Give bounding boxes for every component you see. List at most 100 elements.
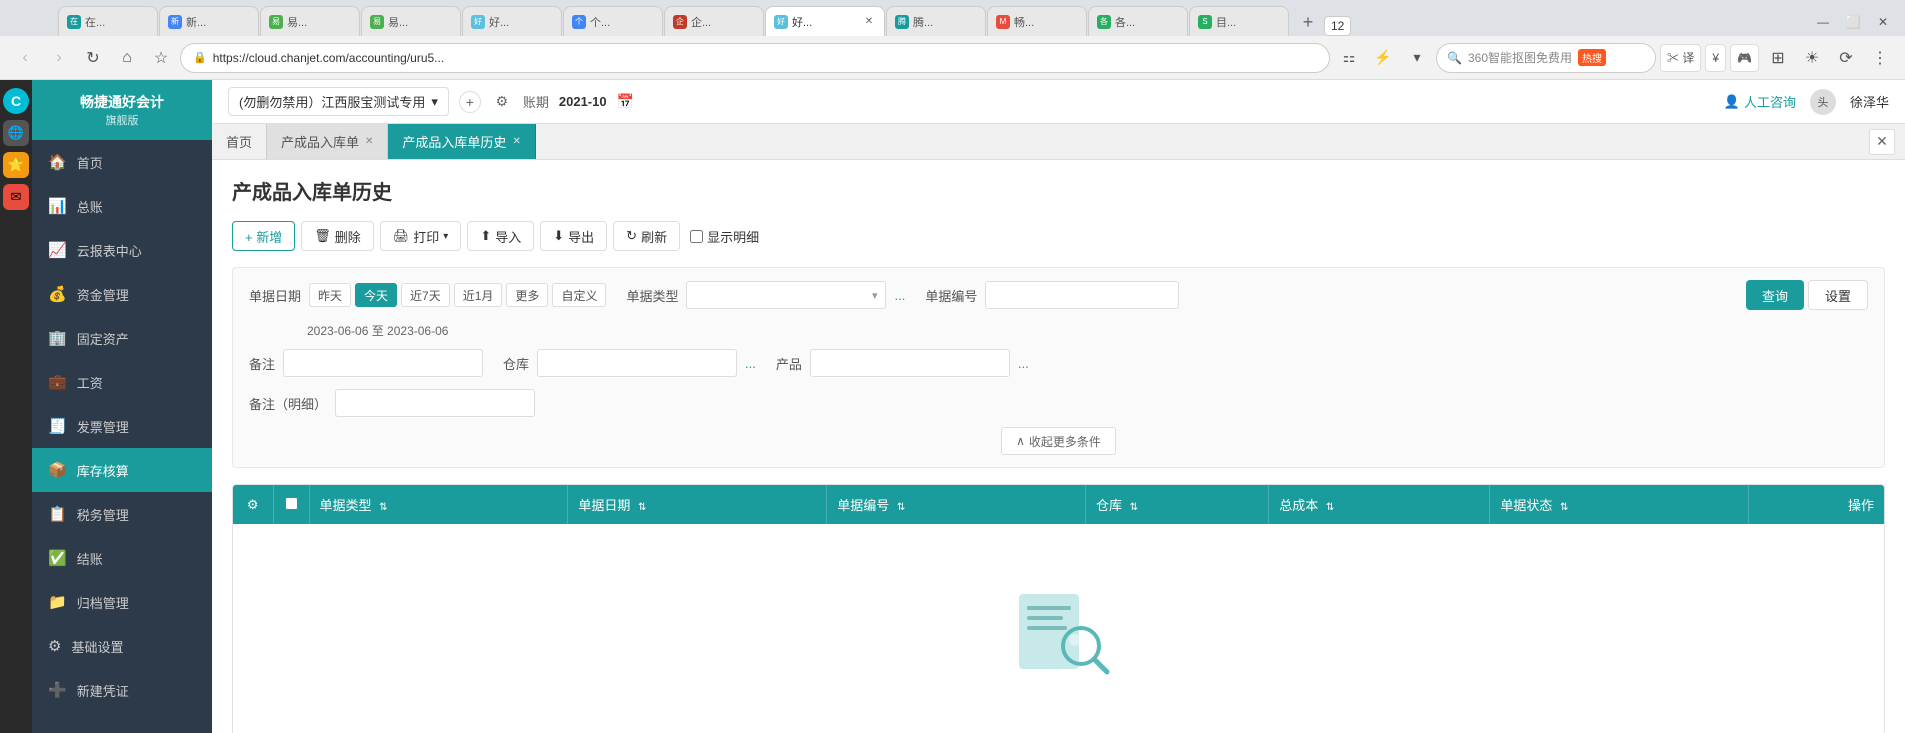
extensions-button[interactable]: ⚏ <box>1334 43 1364 73</box>
sidebar-item-fixed-assets[interactable]: 🏢 固定资产 <box>32 316 212 360</box>
nav-home-button[interactable]: ⌂ <box>112 43 142 73</box>
sidebar-item-cloud-report[interactable]: 📈 云报表中心 <box>32 228 212 272</box>
sidebar-item-new-voucher[interactable]: ➕ 新建凭证 <box>32 668 212 712</box>
sidebar-item-payroll[interactable]: 💼 工资 <box>32 360 212 404</box>
window-minimize-button[interactable]: — <box>1809 10 1837 34</box>
show-detail-checkbox-label[interactable]: 显示明细 <box>690 227 759 246</box>
sidebar-item-inventory[interactable]: 📦 库存核算 <box>32 448 212 492</box>
breadcrumb-tab-list[interactable]: 产成品入库单 ✕ <box>267 124 388 159</box>
search-bar[interactable]: 🔍 360智能抠图免费用 热搜 <box>1436 43 1656 73</box>
grid-icon[interactable]: ⊞ <box>1763 43 1793 73</box>
nav-back-button[interactable]: ‹ <box>10 43 40 73</box>
date-1month-btn[interactable]: 近1月 <box>454 283 503 307</box>
date-today-btn[interactable]: 今天 <box>355 283 397 307</box>
number-filter-input[interactable] <box>985 281 1179 309</box>
browser-tab-11[interactable]: 各 各... <box>1088 6 1188 36</box>
browser-tab-2[interactable]: 新 新... <box>159 6 259 36</box>
collapse-filter-button[interactable]: ∧ 收起更多条件 <box>1001 427 1116 455</box>
breadcrumb-close-1[interactable]: ✕ <box>365 136 373 147</box>
browser-tab-1[interactable]: 在 在... <box>58 6 158 36</box>
sidebar-item-invoice[interactable]: 🧾 发票管理 <box>32 404 212 448</box>
sidebar-icon-web[interactable]: 🌐 <box>3 120 29 146</box>
type-ellipsis[interactable]: ... <box>894 288 905 303</box>
date-yesterday-btn[interactable]: 昨天 <box>309 283 351 307</box>
window-close-button[interactable]: ✕ <box>1869 10 1897 34</box>
date-more-btn[interactable]: 更多 <box>506 283 548 307</box>
company-selector[interactable]: (勿删勿禁用）江西服宝测试专用 ▾ <box>228 87 449 116</box>
translate-icon[interactable]: ¥ <box>1705 44 1726 72</box>
browser-tab-7[interactable]: 企 企... <box>664 6 764 36</box>
warehouse-ellipsis[interactable]: ... <box>745 356 756 371</box>
delete-button[interactable]: 🗑 删除 <box>301 221 374 251</box>
scissors-icon[interactable]: ✂ 译 <box>1660 44 1701 72</box>
import-button[interactable]: ⬆ 导入 <box>467 221 534 251</box>
product-filter-input[interactable] <box>810 349 1010 377</box>
sidebar-item-checkout[interactable]: ✅ 结账 <box>32 536 212 580</box>
th-type[interactable]: 单据类型 ⇅ <box>309 485 568 524</box>
user-service-button[interactable]: 👤 人工咨询 <box>1724 92 1796 111</box>
warehouse-filter-input[interactable] <box>537 349 737 377</box>
sidebar-item-archive[interactable]: 📁 归档管理 <box>32 580 212 624</box>
settings-gear-icon[interactable]: ⚙ <box>491 91 513 113</box>
th-checkbox[interactable] <box>273 485 309 524</box>
dropdown-button[interactable]: ▾ <box>1402 43 1432 73</box>
export-icon: ⬇ <box>553 228 564 244</box>
date-7days-btn[interactable]: 近7天 <box>401 283 450 307</box>
lightning-button[interactable]: ⚡ <box>1368 43 1398 73</box>
app-logo-icon[interactable]: C <box>3 88 29 114</box>
th-cost[interactable]: 总成本 ⇅ <box>1269 485 1490 524</box>
page-close-button[interactable]: ✕ <box>1869 129 1895 155</box>
print-icon: 🖨 <box>393 228 410 244</box>
sidebar-icon-mail[interactable]: ✉ <box>3 184 29 210</box>
breadcrumb-close-2[interactable]: ✕ <box>512 136 520 147</box>
select-all-checkbox[interactable] <box>285 497 298 510</box>
th-warehouse[interactable]: 仓库 ⇅ <box>1086 485 1269 524</box>
sidebar-item-home[interactable]: 🏠 首页 <box>32 140 212 184</box>
browser-tab-12[interactable]: S 目... <box>1189 6 1289 36</box>
browser-tab-5[interactable]: 好 好... <box>462 6 562 36</box>
export-button[interactable]: ⬇ 导出 <box>540 221 607 251</box>
settings-filter-button[interactable]: 设置 <box>1808 280 1868 310</box>
th-date[interactable]: 单据日期 ⇅ <box>568 485 827 524</box>
nav-forward-button[interactable]: › <box>44 43 74 73</box>
detail-note-filter-input[interactable] <box>335 389 535 417</box>
window-restore-button[interactable]: ⬜ <box>1839 10 1867 34</box>
browser-tab-8-active[interactable]: 好 好... ✕ <box>765 6 885 36</box>
show-detail-checkbox[interactable] <box>690 230 703 243</box>
product-ellipsis[interactable]: ... <box>1018 356 1029 371</box>
th-settings[interactable]: ⚙ <box>233 485 273 524</box>
sidebar-icon-star[interactable]: ⭐ <box>3 152 29 178</box>
nav-bookmark-button[interactable]: ☆ <box>146 43 176 73</box>
settings-icon[interactable]: ⋮ <box>1865 43 1895 73</box>
th-number[interactable]: 单据编号 ⇅ <box>827 485 1086 524</box>
add-tab-button[interactable]: + <box>1294 8 1322 36</box>
user-avatar[interactable]: 头 <box>1810 89 1836 115</box>
sidebar-item-tax[interactable]: 📋 税务管理 <box>32 492 212 536</box>
browser-tab-10[interactable]: M 畅... <box>987 6 1087 36</box>
type-filter-input[interactable]: ▾ <box>686 281 886 309</box>
breadcrumb-tab-history[interactable]: 产成品入库单历史 ✕ <box>388 124 535 159</box>
browser-tab-4[interactable]: 易 易... <box>361 6 461 36</box>
sync-icon[interactable]: ⟳ <box>1831 43 1861 73</box>
sidebar-item-fund[interactable]: 💰 资金管理 <box>32 272 212 316</box>
browser-tab-6[interactable]: 个 个... <box>563 6 663 36</box>
calendar-icon[interactable]: 📅 <box>617 93 634 110</box>
address-bar-input[interactable]: 🔒 https://cloud.chanjet.com/accounting/u… <box>180 43 1330 73</box>
browser-tab-3[interactable]: 易 易... <box>260 6 360 36</box>
note-filter-input[interactable] <box>283 349 483 377</box>
th-status[interactable]: 单据状态 ⇅ <box>1490 485 1749 524</box>
brightness-icon[interactable]: ☀ <box>1797 43 1827 73</box>
game-icon[interactable]: 🎮 <box>1730 44 1759 72</box>
sidebar-item-basic-settings[interactable]: ⚙ 基础设置 <box>32 624 212 668</box>
print-button[interactable]: 🖨 打印 ▾ <box>380 221 462 251</box>
date-custom-btn[interactable]: 自定义 <box>552 283 606 307</box>
sidebar-item-general[interactable]: 📊 总账 <box>32 184 212 228</box>
tab-close-icon[interactable]: ✕ <box>862 15 876 29</box>
browser-tab-9[interactable]: 腾 腾... <box>886 6 986 36</box>
breadcrumb-home-tab[interactable]: 首页 <box>212 124 267 159</box>
add-button[interactable]: + 新增 <box>232 221 295 251</box>
add-company-button[interactable]: + <box>459 91 481 113</box>
query-button[interactable]: 查询 <box>1746 280 1804 310</box>
nav-refresh-button[interactable]: ↻ <box>78 43 108 73</box>
refresh-button[interactable]: ↻ 刷新 <box>613 221 680 251</box>
